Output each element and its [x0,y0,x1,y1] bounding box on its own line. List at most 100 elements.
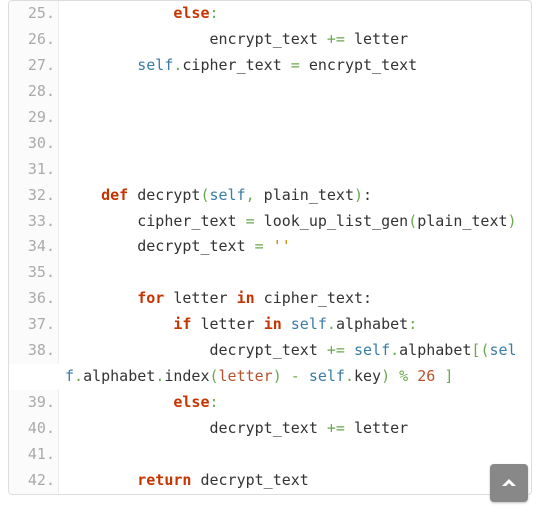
code-token: else [173,4,209,22]
code-token: = [255,237,264,255]
code-token: ] [444,367,453,385]
code-token: self [309,367,345,385]
code-content: encrypt_text += letter [59,27,531,53]
code-token [282,315,291,333]
code-token [282,367,291,385]
code-token [408,367,417,385]
code-line: 29. [9,105,531,131]
code-token: for [137,289,164,307]
code-token: alphabet [336,315,408,333]
code-token: += [327,419,345,437]
code-line: 41. [9,442,531,468]
code-token: : [363,289,372,307]
line-number: 32. [9,183,59,209]
code-token: alphabet [399,341,471,359]
code-token: self [291,315,327,333]
code-token: index [164,367,209,385]
code-line: 31. [9,157,531,183]
code-token [264,237,273,255]
code-token: += [327,30,345,48]
code-token: if [173,315,191,333]
code-line: 33. cipher_text = look_up_list_gen(plain… [9,209,531,235]
code-token: encrypt_text [65,30,327,48]
chevron-up-icon [499,473,519,493]
code-line: 25. else: [9,1,531,27]
code-token: cipher_text [65,212,246,230]
code-token: in [237,289,255,307]
code-token: = [291,56,300,74]
code-line: 26. encrypt_text += letter [9,27,531,53]
code-content: self.cipher_text = encrypt_text [59,53,531,79]
line-number: 25. [9,1,59,27]
code-token [65,4,173,22]
line-number: 26. [9,27,59,53]
line-number: 39. [9,390,59,416]
code-token: . [74,367,83,385]
code-token: : [408,315,417,333]
code-token: = [246,212,255,230]
code-token [65,393,173,411]
code-content: decrypt_text += self.alphabet[(self.alph… [59,338,531,390]
code-content: decrypt_text = '' [59,234,531,260]
code-token [65,471,137,489]
code-token: def [101,186,128,204]
line-number: 37. [9,312,59,338]
code-content: decrypt_text += letter [59,416,531,442]
code-token: . [327,315,336,333]
code-token: decrypt_text [191,471,308,489]
code-token: % [399,367,408,385]
code-token: encrypt_text [300,56,417,74]
code-content: for letter in cipher_text: [59,286,531,312]
code-line: 39. else: [9,390,531,416]
line-number: 34. [9,234,59,260]
code-token: letter [191,315,263,333]
line-number: 42. [9,468,59,494]
code-line: 30. [9,131,531,157]
code-token: . [390,341,399,359]
code-token: ( [210,367,219,385]
code-token: letter [345,30,408,48]
code-content: return decrypt_text [59,468,531,494]
code-token: plain_text [417,212,507,230]
code-line: 32. def decrypt(self, plain_text): [9,183,531,209]
line-number: 36. [9,286,59,312]
code-token [65,186,101,204]
code-token: . [345,367,354,385]
code-token: self [210,186,246,204]
line-number: 33. [9,209,59,235]
code-token: decrypt [128,186,200,204]
code-line: 37. if letter in self.alphabet: [9,312,531,338]
code-token: decrypt_text [65,237,255,255]
back-to-top-button[interactable] [490,464,528,502]
line-number: 35. [9,260,59,286]
code-token: : [210,4,219,22]
code-token: cipher_text [182,56,290,74]
code-token [435,367,444,385]
code-token [300,367,309,385]
line-number: 38. [9,338,59,364]
code-line: 28. [9,79,531,105]
code-token: . [155,367,164,385]
code-token: - [291,367,300,385]
code-token: decrypt_text [65,341,327,359]
code-token: ) [381,367,390,385]
code-token: self [354,341,390,359]
code-block: 25. else:26. encrypt_text += letter27. s… [8,0,532,495]
code-token: plain_text [255,186,354,204]
code-line: 38. decrypt_text += self.alphabet[(self.… [9,338,531,390]
code-token: cipher_text [255,289,363,307]
code-token [345,341,354,359]
code-token: return [137,471,191,489]
line-number: 31. [9,157,59,183]
code-token: key [354,367,381,385]
code-content: else: [59,390,531,416]
code-content: else: [59,1,531,27]
code-token: , [246,186,255,204]
line-number: 28. [9,79,59,105]
code-token: ( [408,212,417,230]
line-number: 40. [9,416,59,442]
code-line: 35. [9,260,531,286]
code-token: look_up_list_gen [255,212,409,230]
code-token: '' [273,237,291,255]
code-token: alphabet [83,367,155,385]
